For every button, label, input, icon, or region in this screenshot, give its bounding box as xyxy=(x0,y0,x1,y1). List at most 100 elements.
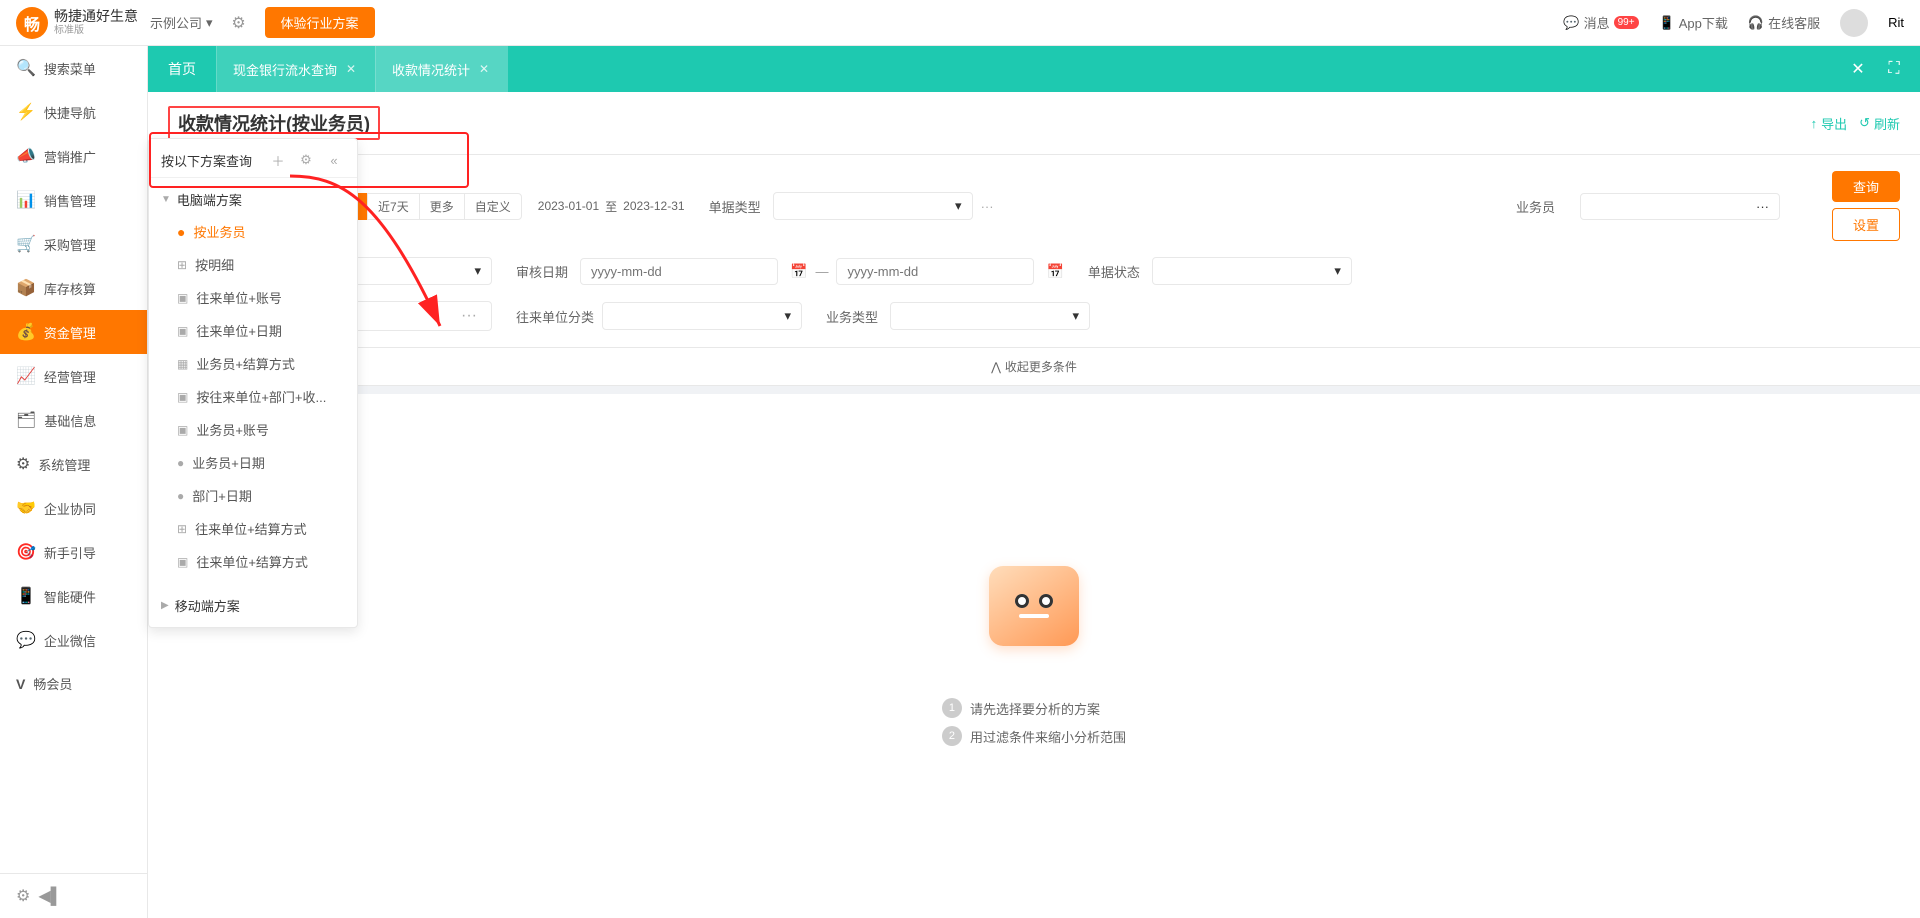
filter-area: 单据日期 上月 本月 本年 近7天 更多 自定义 2023-01-01 至 xyxy=(148,155,1920,348)
tip-num-1: 1 xyxy=(942,698,962,718)
sidebar-item-quicknav[interactable]: ⚡ 快捷导航 xyxy=(0,90,147,134)
tab-collection[interactable]: 收款情况统计 ✕ xyxy=(375,46,508,92)
biz-type-select[interactable]: ▾ xyxy=(890,302,1090,330)
sidebar-item-enterprise[interactable]: 🤝 企业协同 xyxy=(0,486,147,530)
item-label-sales-settlement: 业务员+结算方式 xyxy=(196,354,295,373)
logo-badge: 标准版 xyxy=(54,25,138,37)
filter-row-2: 部门 ▾ 审核日期 📅 — 📅 xyxy=(168,257,1900,285)
tip-text-2: 用过滤条件来缩小分析范围 xyxy=(970,727,1126,746)
scheme-item-partner-settle2[interactable]: ▣ 往来单位+结算方式 xyxy=(149,545,357,578)
online-service-action[interactable]: 🎧 在线客服 xyxy=(1748,13,1820,32)
filter-review-date: 审核日期 📅 — 📅 xyxy=(516,258,1064,285)
date-tab-7days[interactable]: 近7天 xyxy=(367,193,419,220)
doc-type-select[interactable]: ▾ xyxy=(773,192,973,220)
item-icon-partner-account: ▣ xyxy=(177,291,188,305)
settings-icon[interactable]: ⚙ xyxy=(225,9,253,37)
review-date-end[interactable] xyxy=(836,258,1034,285)
add-scheme-button[interactable]: ＋ xyxy=(267,149,289,171)
user-avatar[interactable] xyxy=(1840,9,1868,37)
scheme-item-sales-settlement[interactable]: ▦ 业务员+结算方式 xyxy=(149,347,357,380)
maximize-icon[interactable]: ⛶ xyxy=(1880,55,1908,83)
tab-home-label: 首页 xyxy=(168,59,196,79)
search-icon: 🔍 xyxy=(16,58,36,78)
item-label-dept-date: 部门+日期 xyxy=(192,486,252,505)
collapse-row[interactable]: ⋀ 收起更多条件 xyxy=(148,348,1920,386)
scheme-item-by-detail[interactable]: ⊞ 按明细 xyxy=(149,248,357,281)
doc-status-select[interactable]: ▾ xyxy=(1152,257,1352,285)
page-title: 收款情况统计(按业务员) xyxy=(168,106,380,140)
collapse-up-icon: ⋀ xyxy=(991,360,1001,374)
sidebar-label-sales: 销售管理 xyxy=(44,191,96,210)
scheme-group-mobile: ▶ 移动端方案 xyxy=(149,584,357,627)
tab-bank-flow[interactable]: 现金银行流水查询 ✕ xyxy=(216,46,375,92)
scheme-item-dept-date[interactable]: ● 部门+日期 xyxy=(149,479,357,512)
tab-bank-flow-close[interactable]: ✕ xyxy=(343,61,359,77)
sidebar-item-member[interactable]: V 畅会员 xyxy=(0,662,147,705)
scheme-item-partner-account[interactable]: ▣ 往来单位+账号 xyxy=(149,281,357,314)
review-date-label: 审核日期 xyxy=(516,262,572,281)
counterpart-dots[interactable]: ··· xyxy=(461,307,477,325)
group-arrow-mobile-icon: ▶ xyxy=(161,600,169,611)
scheme-title: 按以下方案查询 xyxy=(161,151,252,170)
robot-eye-right xyxy=(1039,594,1053,608)
item-label-partner-dept: 按往来单位+部门+收... xyxy=(196,387,326,406)
doc-type-more[interactable]: ··· xyxy=(981,199,994,214)
company-selector[interactable]: 示例公司 ▾ xyxy=(150,13,213,32)
close-window-icon[interactable]: ✕ xyxy=(1844,55,1872,83)
item-icon-sales-account: ▣ xyxy=(177,423,188,437)
collapse-button[interactable]: ⋀ 收起更多条件 xyxy=(991,358,1077,375)
scheme-group-mobile-title[interactable]: ▶ 移动端方案 xyxy=(149,590,357,621)
sidebar-item-inventory[interactable]: 📦 库存核算 xyxy=(0,266,147,310)
export-label: 导出 xyxy=(1821,114,1847,133)
sidebar-item-finance[interactable]: 💰 资金管理 xyxy=(0,310,147,354)
scheme-item-partner-settle1[interactable]: ⊞ 往来单位+结算方式 xyxy=(149,512,357,545)
sidebar-item-wechat[interactable]: 💬 企业微信 xyxy=(0,618,147,662)
messages-action[interactable]: 💬 消息 99+ xyxy=(1563,13,1638,32)
page-actions: ↑ 导出 ↺ 刷新 xyxy=(1811,114,1900,133)
sidebar-item-base-info[interactable]: 🗂 基础信息 xyxy=(0,398,147,442)
trial-button[interactable]: 体验行业方案 xyxy=(265,7,375,38)
date-tab-more[interactable]: 更多 xyxy=(419,193,464,220)
sidebar-item-operations[interactable]: 📈 经营管理 xyxy=(0,354,147,398)
settings-button[interactable]: 设置 xyxy=(1832,208,1900,241)
scheme-item-by-salesperson[interactable]: ● 按业务员 xyxy=(149,215,357,248)
sidebar-item-hardware[interactable]: 📱 智能硬件 xyxy=(0,574,147,618)
sidebar-item-marketing[interactable]: 📣 营销推广 xyxy=(0,134,147,178)
calendar-icon-1[interactable]: 📅 xyxy=(790,263,807,280)
item-icon-sales-date: ● xyxy=(177,456,184,470)
date-tab-custom[interactable]: 自定义 xyxy=(464,193,522,220)
scheme-settings-button[interactable]: ⚙ xyxy=(295,149,317,171)
query-button[interactable]: 查询 xyxy=(1832,171,1900,202)
sidebar-label-base-info: 基础信息 xyxy=(44,411,96,430)
enterprise-icon: 🤝 xyxy=(16,498,36,518)
review-date-start[interactable] xyxy=(580,258,778,285)
sidebar-item-guide[interactable]: 🎯 新手引导 xyxy=(0,530,147,574)
robot-body xyxy=(989,566,1079,646)
scheme-header: 按以下方案查询 ＋ ⚙ « xyxy=(149,139,357,178)
counterpart-type-select[interactable]: ▾ xyxy=(602,302,802,330)
sidebar-item-search[interactable]: 🔍 搜索菜单 xyxy=(0,46,147,90)
collapse-scheme-button[interactable]: « xyxy=(323,149,345,171)
empty-tip-1: 1 请先选择要分析的方案 xyxy=(942,698,1126,718)
collapse-sidebar-icon[interactable]: ◀▌ xyxy=(38,886,62,906)
scheme-item-sales-account[interactable]: ▣ 业务员+账号 xyxy=(149,413,357,446)
scheme-item-partner-date[interactable]: ▣ 往来单位+日期 xyxy=(149,314,357,347)
salesperson-select[interactable]: ··· xyxy=(1580,193,1780,220)
sidebar-item-sales[interactable]: 📊 销售管理 xyxy=(0,178,147,222)
calendar-icon-2[interactable]: 📅 xyxy=(1046,263,1063,280)
item-label-sales-date: 业务员+日期 xyxy=(192,453,265,472)
settings-bottom-icon[interactable]: ⚙ xyxy=(16,886,30,906)
scheme-item-partner-dept[interactable]: ▣ 按往来单位+部门+收... xyxy=(149,380,357,413)
app-download-action[interactable]: 📱 App下载 xyxy=(1659,13,1728,32)
scheme-group-desktop-title[interactable]: ▼ 电脑端方案 xyxy=(149,184,357,215)
sidebar-item-purchase[interactable]: 🛒 采购管理 xyxy=(0,222,147,266)
sidebar-item-system[interactable]: ⚙ 系统管理 xyxy=(0,442,147,486)
refresh-button[interactable]: ↺ 刷新 xyxy=(1859,114,1900,133)
export-icon: ↑ xyxy=(1811,116,1818,131)
date-end: 2023-12-31 xyxy=(623,199,684,213)
tab-collection-close[interactable]: ✕ xyxy=(476,61,492,77)
tab-home[interactable]: 首页 xyxy=(148,46,216,92)
sidebar-label-finance: 资金管理 xyxy=(44,323,96,342)
scheme-item-sales-date[interactable]: ● 业务员+日期 xyxy=(149,446,357,479)
export-button[interactable]: ↑ 导出 xyxy=(1811,114,1848,133)
